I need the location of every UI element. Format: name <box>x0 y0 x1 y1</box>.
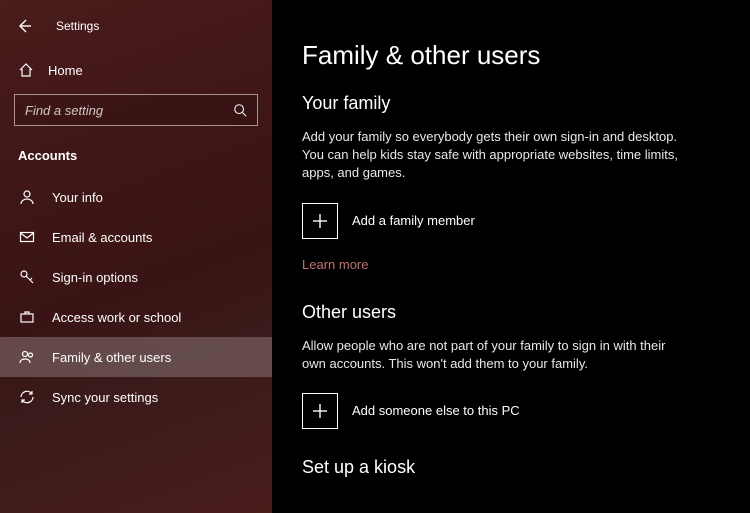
plus-box <box>302 393 338 429</box>
family-heading: Your family <box>302 93 720 114</box>
plus-icon <box>311 402 329 420</box>
other-users-section: Other users Allow people who are not par… <box>302 302 720 429</box>
add-other-label: Add someone else to this PC <box>352 403 520 418</box>
plus-box <box>302 203 338 239</box>
sync-icon <box>18 388 36 406</box>
search-box[interactable] <box>14 94 258 126</box>
sidebar-item-work[interactable]: Access work or school <box>0 297 272 337</box>
kiosk-section: Set up a kiosk <box>302 457 720 478</box>
search-container <box>14 94 258 126</box>
sidebar-item-your-info[interactable]: Your info <box>0 177 272 217</box>
topbar: Settings <box>0 8 272 44</box>
nav-label: Access work or school <box>52 310 181 325</box>
sidebar-nav: Your info Email & accounts Sign-in optio… <box>0 177 272 417</box>
arrow-left-icon <box>16 18 32 34</box>
other-description: Allow people who are not part of your fa… <box>302 337 682 373</box>
home-icon <box>18 62 34 78</box>
sidebar-item-email[interactable]: Email & accounts <box>0 217 272 257</box>
nav-label: Sync your settings <box>52 390 158 405</box>
page-title: Family & other users <box>302 40 720 71</box>
add-other-user-button[interactable]: Add someone else to this PC <box>302 393 720 429</box>
people-icon <box>18 348 36 366</box>
search-icon <box>233 103 247 117</box>
back-button[interactable] <box>14 16 34 36</box>
key-icon <box>18 268 36 286</box>
home-label: Home <box>48 63 83 78</box>
sidebar-item-signin[interactable]: Sign-in options <box>0 257 272 297</box>
kiosk-heading: Set up a kiosk <box>302 457 720 478</box>
search-input[interactable] <box>25 103 225 118</box>
nav-label: Email & accounts <box>52 230 152 245</box>
sidebar-item-family[interactable]: Family & other users <box>0 337 272 377</box>
sidebar-section-label: Accounts <box>18 148 272 163</box>
sidebar: Settings Home Accounts Your info Email &… <box>0 0 272 513</box>
mail-icon <box>18 228 36 246</box>
add-family-member-button[interactable]: Add a family member <box>302 203 720 239</box>
briefcase-icon <box>18 308 36 326</box>
plus-icon <box>311 212 329 230</box>
sidebar-item-sync[interactable]: Sync your settings <box>0 377 272 417</box>
app-title: Settings <box>56 19 99 33</box>
family-description: Add your family so everybody gets their … <box>302 128 682 183</box>
nav-label: Family & other users <box>52 350 171 365</box>
sidebar-home[interactable]: Home <box>0 52 272 88</box>
person-icon <box>18 188 36 206</box>
learn-more-link[interactable]: Learn more <box>302 257 720 272</box>
content: Family & other users Your family Add you… <box>272 0 750 513</box>
nav-label: Sign-in options <box>52 270 138 285</box>
add-family-label: Add a family member <box>352 213 475 228</box>
nav-label: Your info <box>52 190 103 205</box>
other-heading: Other users <box>302 302 720 323</box>
